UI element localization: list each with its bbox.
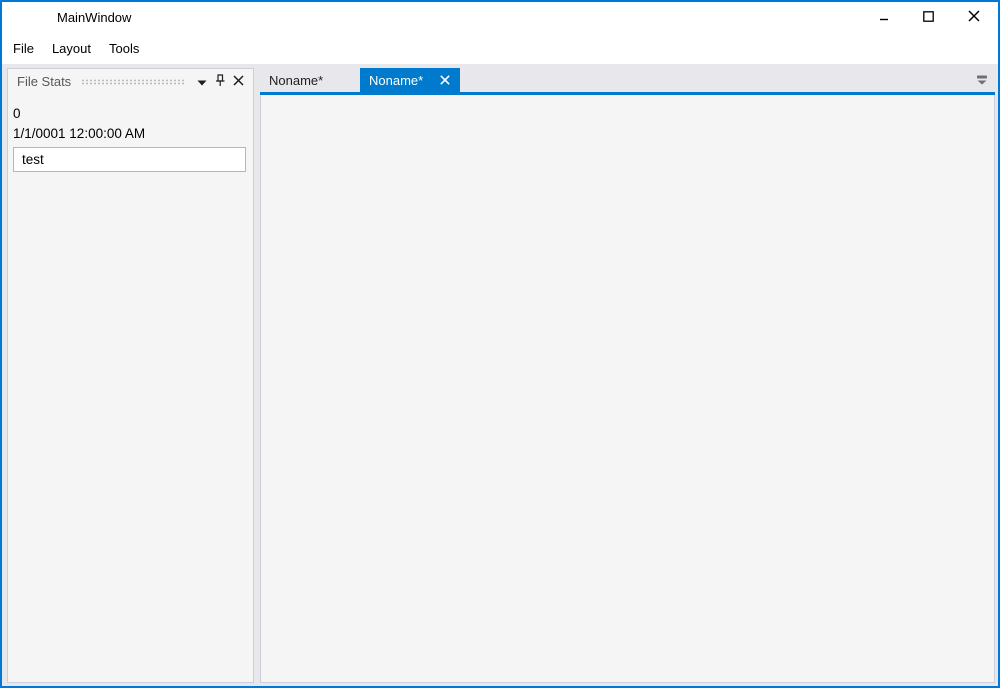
minimize-icon: [879, 10, 889, 25]
file-stats-text-input[interactable]: [13, 147, 246, 172]
dock-area: File Stats 0 1/1/0001 12:00:00 AM test N…: [2, 64, 998, 686]
tab-close-button[interactable]: [437, 73, 452, 88]
minimize-button[interactable]: [861, 2, 906, 32]
pane-drag-grip[interactable]: [81, 79, 184, 85]
pane-close-button[interactable]: [230, 74, 246, 90]
pin-icon: [214, 73, 226, 90]
menu-layout[interactable]: Layout: [43, 36, 100, 61]
tab-strip-spacer: [460, 68, 971, 92]
menu-bar: File Layout Tools: [2, 32, 998, 64]
maximize-button[interactable]: [906, 2, 951, 32]
document-tab-noname-1[interactable]: Noname*: [260, 68, 360, 92]
file-stats-panel: File Stats 0 1/1/0001 12:00:00 AM test: [7, 68, 254, 683]
document-list-dropdown-button[interactable]: [971, 68, 993, 92]
file-count-value: 0: [13, 106, 21, 121]
close-button[interactable]: [951, 2, 996, 32]
file-timestamp-value: 1/1/0001 12:00:00 AM: [13, 126, 146, 141]
chevron-down-icon: [197, 74, 207, 89]
document-tab-strip: Noname* Noname*: [260, 68, 995, 92]
maximize-icon: [923, 10, 934, 25]
file-stats-panel-title: File Stats: [17, 74, 72, 89]
file-stats-panel-body: 0 1/1/0001 12:00:00 AM: [8, 94, 253, 172]
window-controls: [861, 2, 996, 32]
tab-label: Noname*: [369, 72, 424, 88]
main-window: MainWindow File Layout Tools File Stats …: [0, 0, 1000, 688]
window-title: MainWindow: [57, 9, 132, 25]
document-content[interactable]: [260, 95, 995, 683]
file-stats-panel-header[interactable]: File Stats: [8, 69, 253, 94]
document-pane: Noname* Noname*: [260, 68, 995, 683]
pane-menu-button[interactable]: [194, 74, 210, 90]
pane-pin-button[interactable]: [212, 73, 228, 90]
document-list-dropdown-icon: [975, 73, 989, 88]
document-tab-noname-2[interactable]: Noname*: [360, 68, 460, 92]
close-icon: [232, 74, 244, 89]
menu-file[interactable]: File: [4, 36, 43, 61]
close-icon: [439, 73, 450, 88]
menu-tools[interactable]: Tools: [100, 36, 148, 61]
close-icon: [967, 9, 980, 25]
title-bar: MainWindow: [2, 2, 998, 32]
tab-label: Noname*: [269, 72, 324, 88]
